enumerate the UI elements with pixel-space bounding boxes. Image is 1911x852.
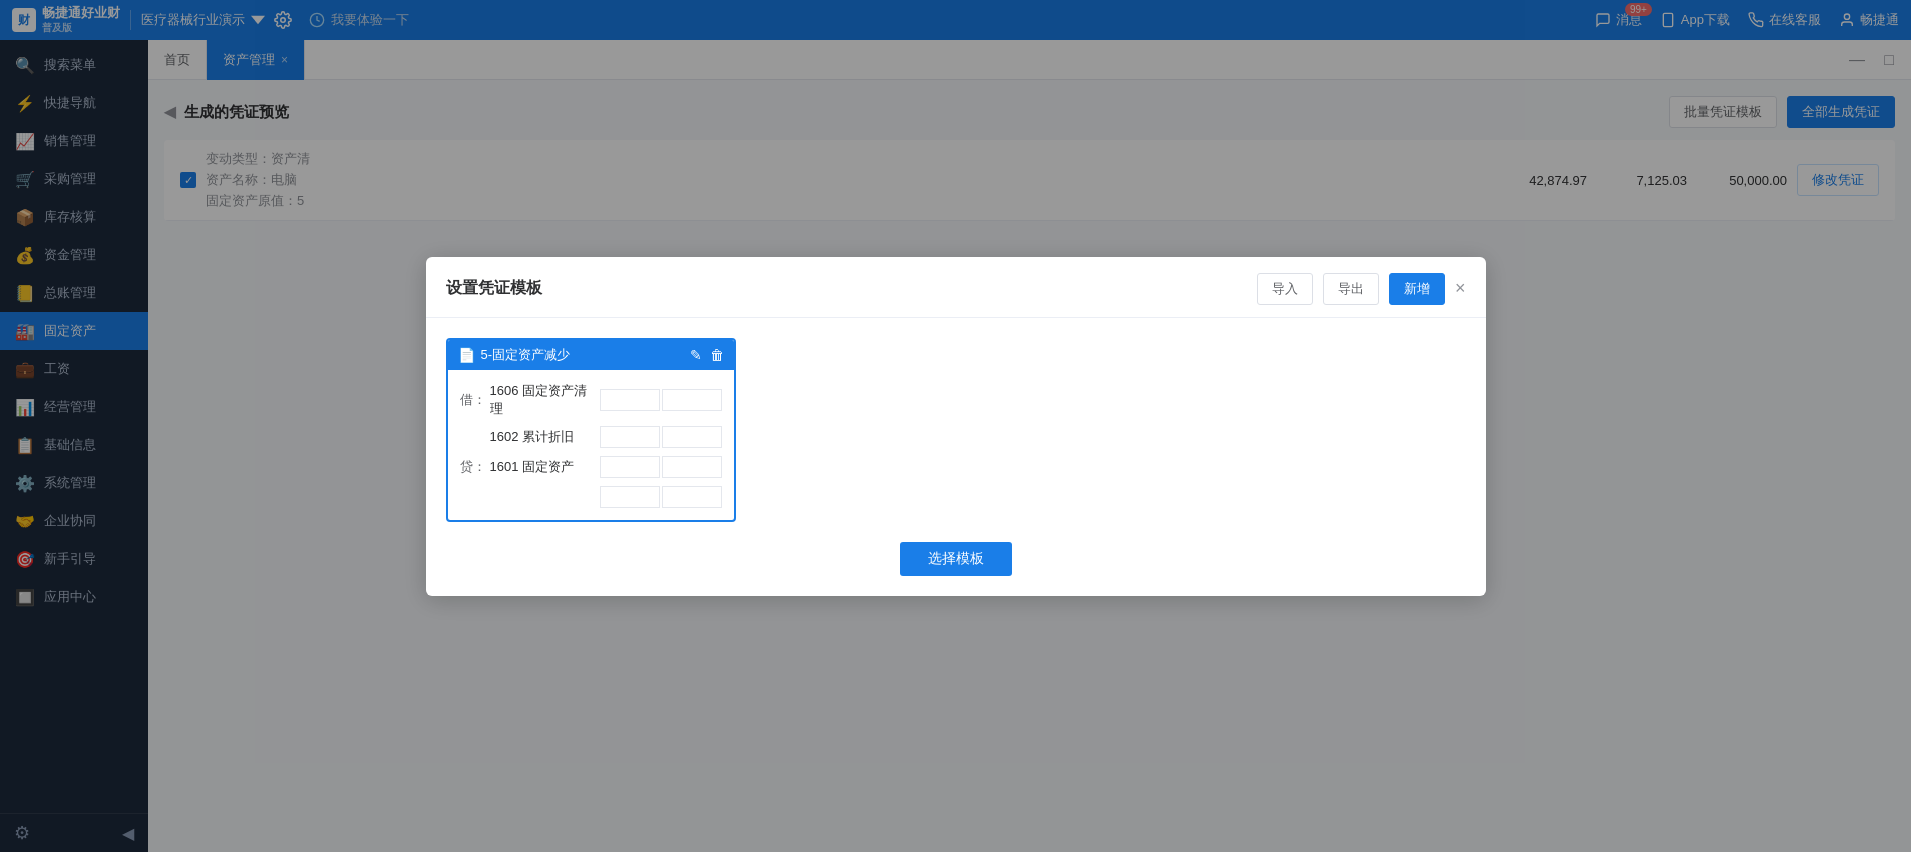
entry-col-credit-3: [662, 456, 722, 478]
new-template-button[interactable]: 新增: [1389, 273, 1445, 305]
template-edit-icon[interactable]: ✎: [690, 347, 702, 363]
entry-cols-3: [598, 456, 722, 478]
template-header-left: 📄 5-固定资产减少: [458, 346, 571, 364]
template-entry-2: 1602 累计折旧: [448, 422, 734, 452]
entry-col-empty-2: [662, 486, 722, 508]
entry-direction-1: 借：: [460, 391, 490, 409]
entry-account-3: 1601 固定资产: [490, 458, 598, 476]
template-name: 5-固定资产减少: [481, 346, 571, 364]
entry-col-empty-1: [600, 486, 660, 508]
entry-col-credit-1: [662, 389, 722, 411]
template-entry-3: 贷： 1601 固定资产: [448, 452, 734, 482]
template-list: 📄 5-固定资产减少 ✎ 🗑 借： 1606 固定资产清理: [446, 338, 1466, 522]
select-template-area: 选择模板: [446, 542, 1466, 576]
entry-cols-2: [598, 426, 722, 448]
template-doc-icon: 📄: [458, 347, 475, 363]
entry-account-1: 1606 固定资产清理: [490, 382, 598, 418]
entry-col-debit-2: [600, 426, 660, 448]
select-template-button[interactable]: 选择模板: [900, 542, 1012, 576]
import-button[interactable]: 导入: [1257, 273, 1313, 305]
template-card-body: 借： 1606 固定资产清理 1602 累计折旧: [448, 370, 734, 520]
entry-direction-3: 贷：: [460, 458, 490, 476]
export-button[interactable]: 导出: [1323, 273, 1379, 305]
template-card: 📄 5-固定资产减少 ✎ 🗑 借： 1606 固定资产清理: [446, 338, 736, 522]
entry-col-debit-1: [600, 389, 660, 411]
entry-col-credit-2: [662, 426, 722, 448]
dialog-toolbar: 导入 导出 新增: [1257, 273, 1445, 305]
dialog-body: 📄 5-固定资产减少 ✎ 🗑 借： 1606 固定资产清理: [426, 318, 1486, 596]
template-entry-empty: [448, 482, 734, 512]
entry-col-debit-3: [600, 456, 660, 478]
dialog-header: 设置凭证模板 导入 导出 新增 ×: [426, 257, 1486, 318]
dialog-title: 设置凭证模板: [446, 278, 542, 299]
entry-account-2: 1602 累计折旧: [490, 428, 598, 446]
template-delete-icon[interactable]: 🗑: [710, 347, 724, 363]
dialog-overlay: 设置凭证模板 导入 导出 新增 × 📄 5-固定资产减少: [0, 0, 1911, 852]
template-entry-1: 借： 1606 固定资产清理: [448, 378, 734, 422]
dialog-header-right: 导入 导出 新增 ×: [1257, 273, 1466, 305]
template-card-header: 📄 5-固定资产减少 ✎ 🗑: [448, 340, 734, 370]
voucher-template-dialog: 设置凭证模板 导入 导出 新增 × 📄 5-固定资产减少: [426, 257, 1486, 596]
entry-cols-1: [598, 389, 722, 411]
template-header-actions: ✎ 🗑: [690, 347, 724, 363]
dialog-close-button[interactable]: ×: [1455, 278, 1466, 299]
entry-cols-empty: [598, 486, 722, 508]
